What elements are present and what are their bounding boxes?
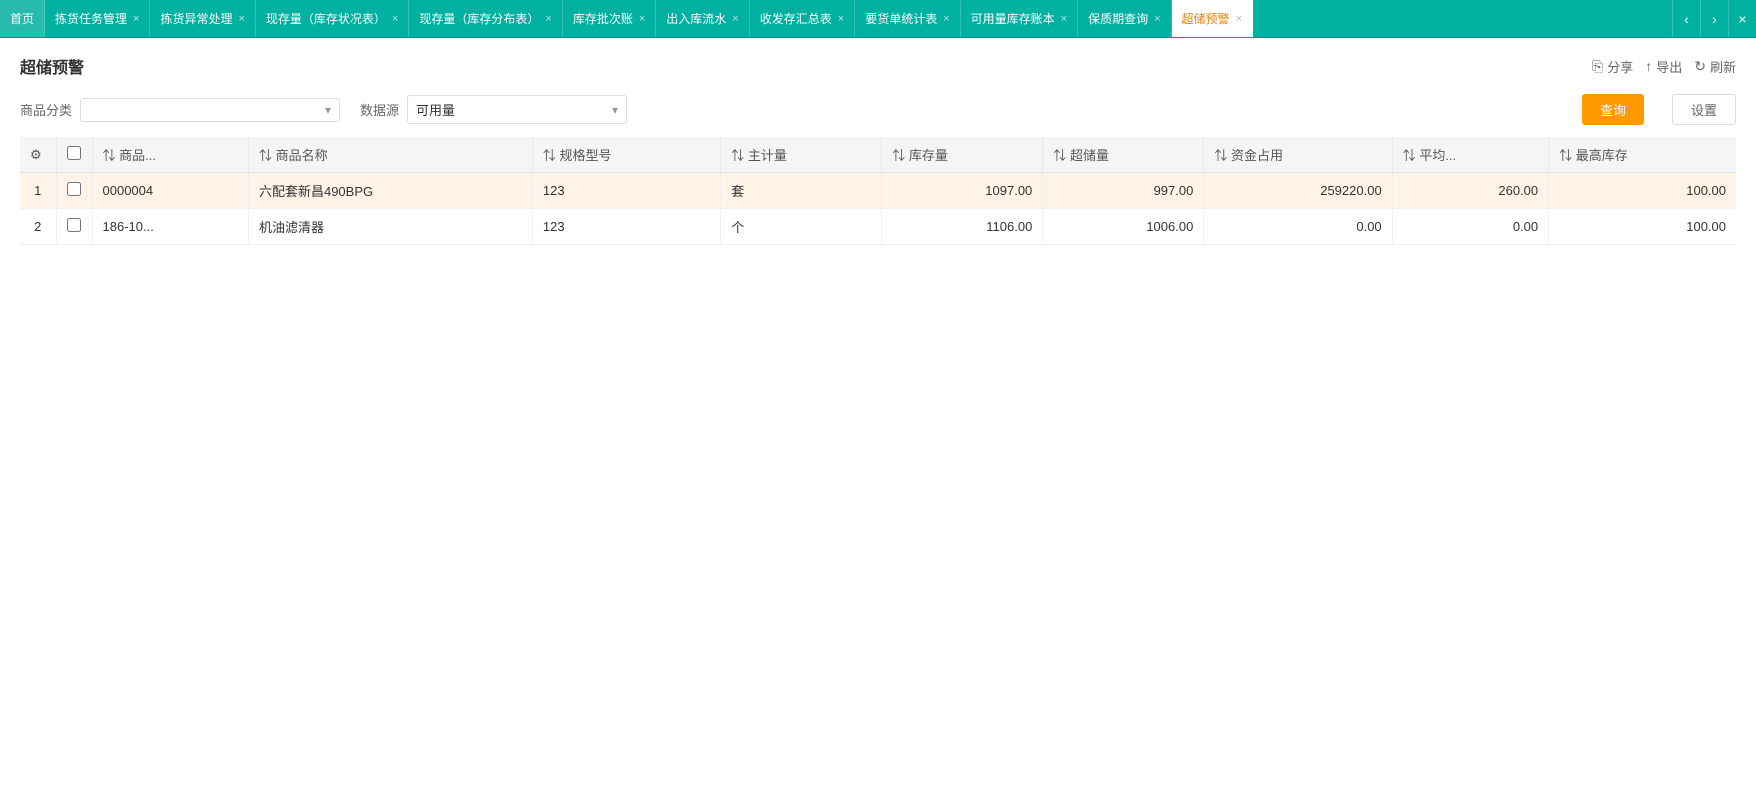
- header-actions: ⎘ 分享 ↑ 导出 ↻ 刷新: [1592, 57, 1736, 76]
- column-product-code[interactable]: ⇅ 商品...: [92, 137, 248, 173]
- close-icon[interactable]: ×: [1236, 13, 1242, 25]
- max-stock-cell: 100.00: [1549, 173, 1736, 209]
- overstock-cell: 1006.00: [1043, 209, 1204, 245]
- column-unit[interactable]: ⇅ 主计量: [721, 137, 882, 173]
- column-stock[interactable]: ⇅ 库存量: [882, 137, 1043, 173]
- category-label: 商品分类: [20, 100, 72, 119]
- nav-picking-task[interactable]: 拣货任务管理 ×: [45, 0, 150, 37]
- column-overstock[interactable]: ⇅ 超储量: [1043, 137, 1204, 173]
- nav-inout-flow[interactable]: 出入库流水 ×: [656, 0, 749, 37]
- row-checkbox-cell[interactable]: [56, 209, 92, 245]
- row-checkbox[interactable]: [67, 182, 81, 196]
- close-icon[interactable]: ×: [238, 13, 244, 25]
- product-code-cell: 186-10...: [92, 209, 248, 245]
- avg-cell: 0.00: [1392, 209, 1548, 245]
- top-navigation: 首页 拣货任务管理 × 拣货异常处理 × 现存量（库存状况表） × 现存量（库存…: [0, 0, 1756, 38]
- datasource-value: 可用量: [416, 100, 455, 119]
- refresh-button[interactable]: ↻ 刷新: [1694, 57, 1736, 76]
- product-code-cell: 0000004: [92, 173, 248, 209]
- share-button[interactable]: ⎘ 分享: [1592, 57, 1633, 76]
- spec-cell: 123: [532, 209, 720, 245]
- datasource-filter: 数据源 可用量 ▾: [360, 95, 627, 124]
- capital-cell: 0.00: [1204, 209, 1392, 245]
- nav-inventory-status[interactable]: 现存量（库存状况表） ×: [256, 0, 409, 37]
- nav-picking-exception[interactable]: 拣货异常处理 ×: [150, 0, 255, 37]
- datasource-label: 数据源: [360, 100, 399, 119]
- nav-collect-summary[interactable]: 收发存汇总表 ×: [750, 0, 855, 37]
- chevron-down-icon: ▾: [325, 103, 331, 117]
- table-row: 1 0000004 六配套新昌490BPG 123 套 1097.00 997.…: [20, 173, 1736, 209]
- nav-close-button[interactable]: ×: [1728, 0, 1756, 37]
- stock-cell: 1106.00: [882, 209, 1043, 245]
- max-stock-cell: 100.00: [1549, 209, 1736, 245]
- table-row: 2 186-10... 机油滤清器 123 个 1106.00 1006.00 …: [20, 209, 1736, 245]
- overstock-cell: 997.00: [1043, 173, 1204, 209]
- row-num-cell: 2: [20, 209, 56, 245]
- export-button[interactable]: ↑ 导出: [1645, 57, 1682, 76]
- nav-order-stats[interactable]: 要货单统计表 ×: [855, 0, 960, 37]
- share-icon: ⎘: [1592, 58, 1603, 75]
- datasource-select[interactable]: 可用量 ▾: [407, 95, 627, 124]
- nav-overstock-warning[interactable]: 超储预警 ×: [1172, 0, 1253, 37]
- close-icon[interactable]: ×: [838, 13, 844, 25]
- page-content: 超储预警 ⎘ 分享 ↑ 导出 ↻ 刷新 商品分类 ▾ 数据源: [0, 38, 1756, 800]
- nav-expiry-query[interactable]: 保质期查询 ×: [1078, 0, 1171, 37]
- settings-button[interactable]: 设置: [1672, 94, 1736, 125]
- close-icon[interactable]: ×: [1154, 13, 1160, 25]
- avg-cell: 260.00: [1392, 173, 1548, 209]
- page-header: 超储预警 ⎘ 分享 ↑ 导出 ↻ 刷新: [20, 54, 1736, 78]
- close-icon[interactable]: ×: [639, 13, 645, 25]
- select-all-checkbox[interactable]: [67, 146, 81, 160]
- data-table: ⚙ ⇅ 商品... ⇅ 商品名称 ⇅ 规格型号 ⇅ 主计量 ⇅: [20, 137, 1736, 245]
- nav-home[interactable]: 首页: [0, 0, 45, 37]
- nav-prev-button[interactable]: ‹: [1672, 0, 1700, 37]
- unit-cell: 个: [721, 209, 882, 245]
- row-checkbox[interactable]: [67, 218, 81, 232]
- column-spec[interactable]: ⇅ 规格型号: [532, 137, 720, 173]
- nav-inventory-dist[interactable]: 现存量（库存分布表） ×: [409, 0, 562, 37]
- table-header-row: ⚙ ⇅ 商品... ⇅ 商品名称 ⇅ 规格型号 ⇅ 主计量 ⇅: [20, 137, 1736, 173]
- column-capital[interactable]: ⇅ 资金占用: [1204, 137, 1392, 173]
- chevron-down-icon: ▾: [612, 103, 618, 117]
- gear-icon: ⚙: [30, 147, 42, 162]
- close-icon[interactable]: ×: [545, 13, 551, 25]
- column-checkbox-all[interactable]: [56, 137, 92, 173]
- product-name-cell: 机油滤清器: [248, 209, 532, 245]
- category-select[interactable]: ▾: [80, 98, 340, 122]
- nav-available-account[interactable]: 可用量库存账本 ×: [961, 0, 1078, 37]
- export-icon: ↑: [1645, 58, 1652, 74]
- spec-cell: 123: [532, 173, 720, 209]
- close-icon[interactable]: ×: [133, 13, 139, 25]
- nav-inventory-batch[interactable]: 库存批次账 ×: [563, 0, 656, 37]
- close-icon[interactable]: ×: [732, 13, 738, 25]
- stock-cell: 1097.00: [882, 173, 1043, 209]
- row-num-cell: 1: [20, 173, 56, 209]
- column-gear[interactable]: ⚙: [20, 137, 56, 173]
- nav-next-button[interactable]: ›: [1700, 0, 1728, 37]
- close-icon[interactable]: ×: [1061, 13, 1067, 25]
- close-icon[interactable]: ×: [943, 13, 949, 25]
- query-button[interactable]: 查询: [1582, 94, 1644, 125]
- filter-row: 商品分类 ▾ 数据源 可用量 ▾ 查询 设置: [20, 94, 1736, 125]
- refresh-icon: ↻: [1694, 58, 1706, 75]
- column-max-stock[interactable]: ⇅ 最高库存: [1549, 137, 1736, 173]
- close-icon[interactable]: ×: [392, 13, 398, 25]
- row-checkbox-cell[interactable]: [56, 173, 92, 209]
- unit-cell: 套: [721, 173, 882, 209]
- column-avg[interactable]: ⇅ 平均...: [1392, 137, 1548, 173]
- page-title: 超储预警: [20, 54, 84, 78]
- nav-arrows: ‹ › ×: [1672, 0, 1756, 37]
- column-product-name[interactable]: ⇅ 商品名称: [248, 137, 532, 173]
- product-name-cell: 六配套新昌490BPG: [248, 173, 532, 209]
- capital-cell: 259220.00: [1204, 173, 1392, 209]
- category-filter: 商品分类 ▾: [20, 98, 340, 122]
